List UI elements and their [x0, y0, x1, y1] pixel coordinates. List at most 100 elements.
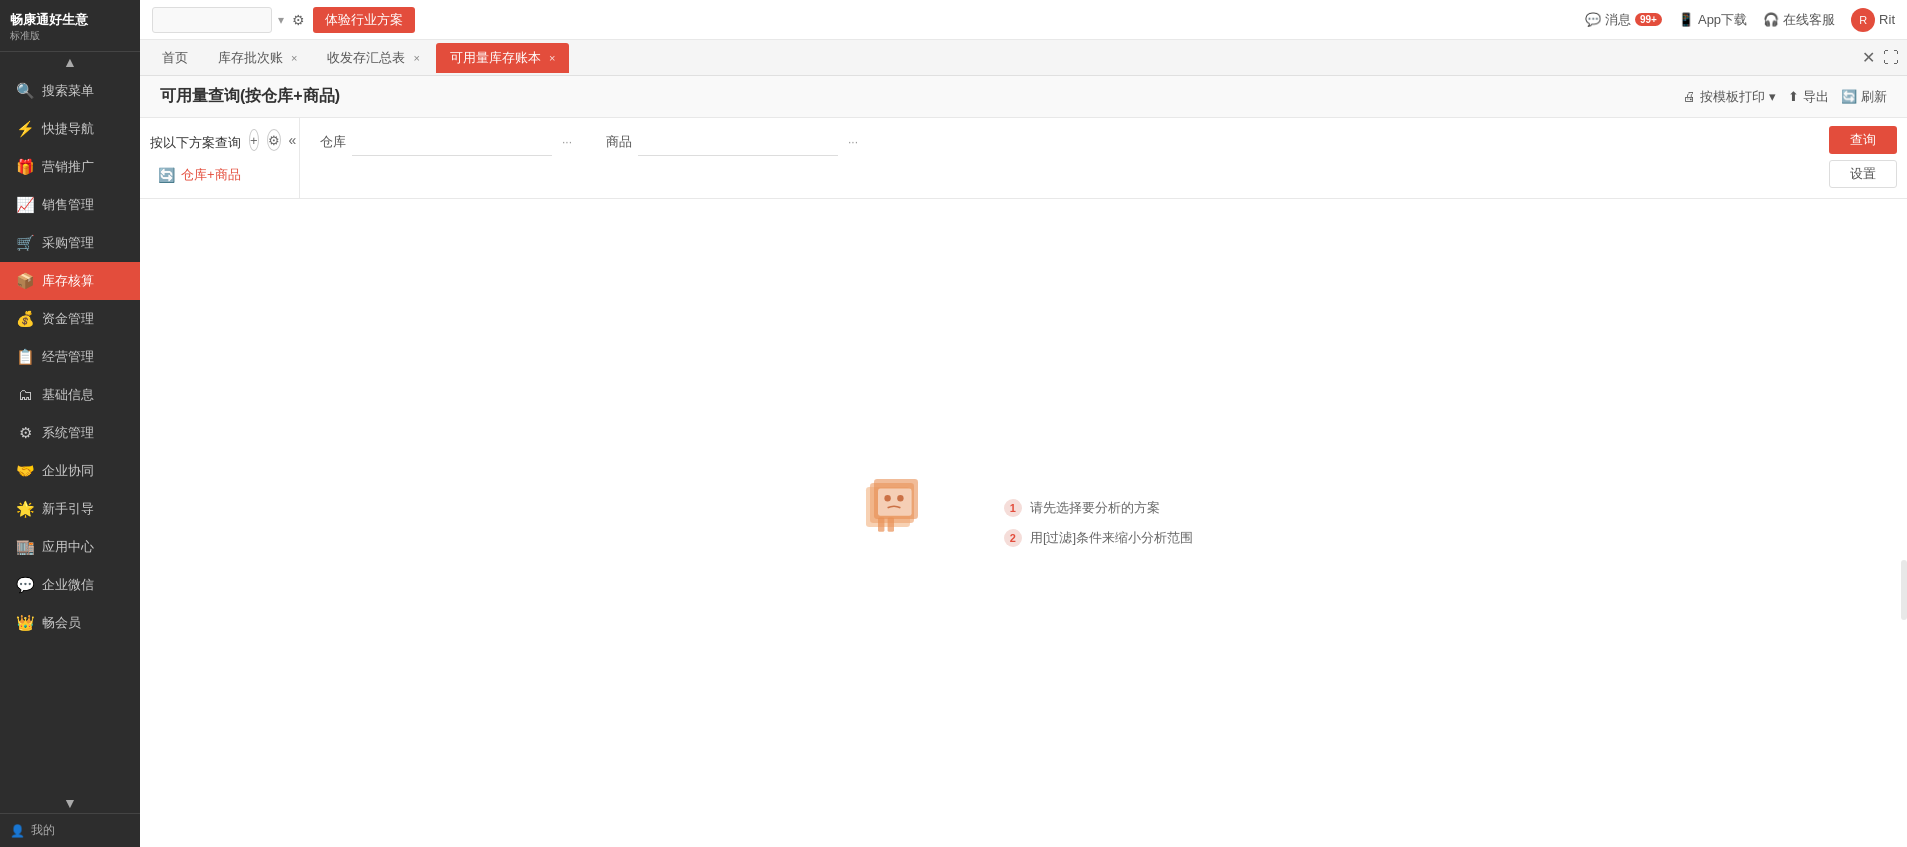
- refresh-btn[interactable]: 🔄 刷新: [1841, 88, 1887, 106]
- message-area[interactable]: 💬 消息 99+: [1585, 11, 1662, 29]
- sidebar-item-appstore[interactable]: 🏬 应用中心: [0, 528, 140, 566]
- sidebar-item-label: 企业协同: [42, 462, 94, 480]
- inventory-icon: 📦: [16, 272, 34, 290]
- export-icon: ⬆: [1788, 89, 1799, 104]
- sidebar-scroll-up[interactable]: ▲: [0, 52, 140, 72]
- print-chevron-icon: ▾: [1769, 89, 1776, 104]
- scheme-collapse-btn[interactable]: «: [289, 132, 297, 148]
- tab-expand-btn[interactable]: ⛶: [1883, 49, 1899, 67]
- sidebar-item-marketing[interactable]: 🎁 营销推广: [0, 148, 140, 186]
- topbar-chevron-icon[interactable]: ▾: [278, 13, 284, 27]
- sidebar-item-label: 经营管理: [42, 348, 94, 366]
- tab-close-btn[interactable]: ✕: [1862, 48, 1875, 67]
- phone-icon: 📱: [1678, 12, 1694, 27]
- trial-btn[interactable]: 体验行业方案: [313, 7, 415, 33]
- sidebar-item-basic[interactable]: 🗂 基础信息: [0, 376, 140, 414]
- query-action-btns: 查询 设置: [1829, 126, 1897, 188]
- svg-rect-7: [887, 517, 893, 531]
- topbar: ▾ ⚙ 体验行业方案 💬 消息 99+ 📱 App下载 🎧 在线客服 R Rit: [140, 0, 1907, 40]
- sidebar-item-sales[interactable]: 📈 销售管理: [0, 186, 140, 224]
- sidebar-scroll-down[interactable]: ▼: [0, 793, 140, 813]
- scheme-add-btn[interactable]: +: [249, 129, 259, 151]
- sidebar-item-label: 应用中心: [42, 538, 94, 556]
- scheme-settings-btn[interactable]: ⚙: [267, 129, 281, 151]
- svg-rect-3: [878, 489, 912, 516]
- topbar-search-input[interactable]: [152, 7, 272, 33]
- right-edge-scrollbar[interactable]: [1901, 560, 1907, 620]
- goods-input[interactable]: [638, 128, 838, 156]
- sidebar-item-search[interactable]: 🔍 搜索菜单: [0, 72, 140, 110]
- goods-more-btn[interactable]: ···: [844, 135, 862, 149]
- settings-btn[interactable]: 设置: [1829, 160, 1897, 188]
- scheme-item-warehouse-goods[interactable]: 🔄 仓库+商品: [150, 162, 289, 188]
- page-header-actions: 🖨 按模板打印 ▾ ⬆ 导出 🔄 刷新: [1683, 88, 1887, 106]
- main: ▾ ⚙ 体验行业方案 💬 消息 99+ 📱 App下载 🎧 在线客服 R Rit: [140, 0, 1907, 847]
- empty-hints: 1 请先选择要分析的方案 2 用[过滤]条件来缩小分析范围: [1004, 499, 1193, 547]
- query-btn[interactable]: 查询: [1829, 126, 1897, 154]
- tab-batch-account[interactable]: 库存批次账 ×: [204, 43, 311, 73]
- username-label: Rit: [1879, 12, 1895, 27]
- sidebar-items: 🔍 搜索菜单 ⚡ 快捷导航 🎁 营销推广 📈 销售管理 🛒 采购管理 📦 库存核…: [0, 72, 140, 793]
- system-icon: ⚙: [16, 424, 34, 442]
- sidebar-item-quick-nav[interactable]: ⚡ 快捷导航: [0, 110, 140, 148]
- tab-home[interactable]: 首页: [148, 43, 202, 73]
- corp-icon: 🤝: [16, 462, 34, 480]
- sidebar-item-label: 企业微信: [42, 576, 94, 594]
- content: 可用量查询(按仓库+商品) 🖨 按模板打印 ▾ ⬆ 导出 🔄 刷新: [140, 76, 1907, 847]
- page-title: 可用量查询(按仓库+商品): [160, 86, 340, 107]
- filter-group-warehouse: 仓库 ···: [320, 128, 576, 156]
- goods-label: 商品: [606, 133, 632, 151]
- search-icon: 🔍: [16, 82, 34, 100]
- warehouse-label: 仓库: [320, 133, 346, 151]
- empty-hint-2: 2 用[过滤]条件来缩小分析范围: [1004, 529, 1193, 547]
- tab-recv-summary-close[interactable]: ×: [413, 52, 419, 64]
- sidebar-item-label: 基础信息: [42, 386, 94, 404]
- export-btn[interactable]: ⬆ 导出: [1788, 88, 1829, 106]
- sidebar-item-inventory[interactable]: 📦 库存核算: [0, 262, 140, 300]
- sidebar-item-label: 新手引导: [42, 500, 94, 518]
- query-container: 按以下方案查询 + ⚙ « 🔄 仓库+商品 仓库: [140, 118, 1907, 199]
- tab-recv-summary[interactable]: 收发存汇总表 ×: [313, 43, 433, 73]
- filter-fields: 仓库 ··· 商品 ···: [320, 128, 1807, 156]
- tab-available-book-close[interactable]: ×: [549, 52, 555, 64]
- app-download-area[interactable]: 📱 App下载: [1678, 11, 1747, 29]
- warehouse-input[interactable]: [352, 128, 552, 156]
- vip-icon: 👑: [16, 614, 34, 632]
- sidebar-footer[interactable]: 👤 我的: [0, 813, 140, 847]
- sidebar-header: 畅康通好生意 标准版: [0, 0, 140, 52]
- sidebar-item-system[interactable]: ⚙ 系统管理: [0, 414, 140, 452]
- sidebar-item-label: 搜索菜单: [42, 82, 94, 100]
- empty-illustration: [854, 463, 974, 583]
- brand-sub: 标准版: [10, 29, 130, 43]
- svg-point-5: [897, 495, 903, 501]
- sidebar-item-corp[interactable]: 🤝 企业协同: [0, 452, 140, 490]
- svg-rect-6: [878, 517, 884, 531]
- online-cs-area[interactable]: 🎧 在线客服: [1763, 11, 1835, 29]
- page-header: 可用量查询(按仓库+商品) 🖨 按模板打印 ▾ ⬆ 导出 🔄 刷新: [140, 76, 1907, 118]
- filter-group-goods: 商品 ···: [606, 128, 862, 156]
- topbar-search-area: ▾: [152, 7, 284, 33]
- sidebar-item-operation[interactable]: 📋 经营管理: [0, 338, 140, 376]
- sidebar-item-finance[interactable]: 💰 资金管理: [0, 300, 140, 338]
- print-btn[interactable]: 🖨 按模板打印 ▾: [1683, 88, 1776, 106]
- export-label: 导出: [1803, 88, 1829, 106]
- sidebar-item-newuser[interactable]: 🌟 新手引导: [0, 490, 140, 528]
- sidebar-item-vip[interactable]: 👑 畅会员: [0, 604, 140, 642]
- sidebar-footer-icon: 👤: [10, 824, 25, 838]
- warehouse-more-btn[interactable]: ···: [558, 135, 576, 149]
- sidebar-item-label: 库存核算: [42, 272, 94, 290]
- basic-icon: 🗂: [16, 386, 34, 403]
- print-label: 按模板打印: [1700, 88, 1765, 106]
- topbar-right: 💬 消息 99+ 📱 App下载 🎧 在线客服 R Rit: [1585, 8, 1895, 32]
- sidebar-item-wechat[interactable]: 💬 企业微信: [0, 566, 140, 604]
- tab-batch-account-close[interactable]: ×: [291, 52, 297, 64]
- empty-hint-1: 1 请先选择要分析的方案: [1004, 499, 1193, 517]
- sidebar-item-purchase[interactable]: 🛒 采购管理: [0, 224, 140, 262]
- finance-icon: 💰: [16, 310, 34, 328]
- user-area[interactable]: R Rit: [1851, 8, 1895, 32]
- wechat-icon: 💬: [16, 576, 34, 594]
- topbar-gear-icon[interactable]: ⚙: [292, 12, 305, 28]
- tab-recv-summary-label: 收发存汇总表: [327, 49, 405, 67]
- scheme-label: 按以下方案查询: [150, 128, 241, 152]
- tab-available-book[interactable]: 可用量库存账本 ×: [436, 43, 569, 73]
